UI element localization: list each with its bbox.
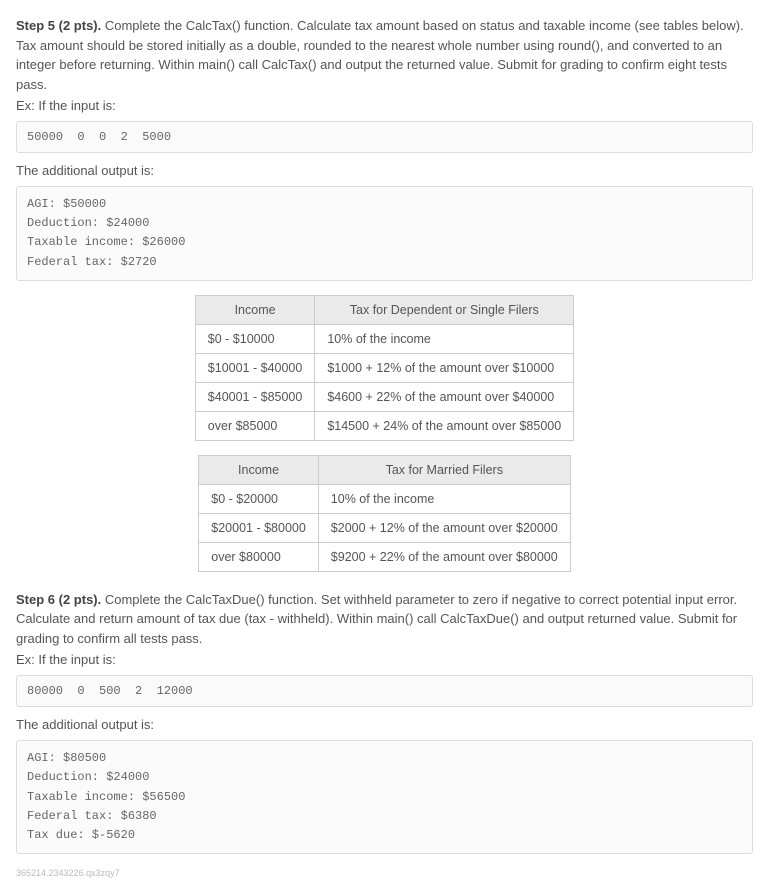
step6-output-block: AGI: $80500 Deduction: $24000 Taxable in… xyxy=(16,740,753,854)
table2-header-tax: Tax for Married Filers xyxy=(318,455,570,484)
table2-header-income: Income xyxy=(199,455,319,484)
table-row: $0 - $20000 10% of the income xyxy=(199,484,570,513)
table-row: $40001 - $85000 $4600 + 22% of the amoun… xyxy=(195,382,573,411)
step5-output-block: AGI: $50000 Deduction: $24000 Taxable in… xyxy=(16,186,753,281)
step5-body: Complete the CalcTax() function. Calcula… xyxy=(16,18,744,92)
table-row: over $85000 $14500 + 24% of the amount o… xyxy=(195,411,573,440)
step5-heading: Step 5 (2 pts). xyxy=(16,18,101,33)
step5-input-block: 50000 0 0 2 5000 xyxy=(16,121,753,153)
table1-header-tax: Tax for Dependent or Single Filers xyxy=(315,295,574,324)
step6-example-label: Ex: If the input is: xyxy=(16,652,753,667)
table1-header-income: Income xyxy=(195,295,315,324)
table-row: over $80000 $9200 + 22% of the amount ov… xyxy=(199,542,570,571)
table-row: $0 - $10000 10% of the income xyxy=(195,324,573,353)
table-row: $10001 - $40000 $1000 + 12% of the amoun… xyxy=(195,353,573,382)
step5-description: Step 5 (2 pts). Complete the CalcTax() f… xyxy=(16,16,753,94)
footer-code: 365214.2343226.qx3zqy7 xyxy=(16,868,753,878)
step6-additional-label: The additional output is: xyxy=(16,717,753,732)
step5-additional-label: The additional output is: xyxy=(16,163,753,178)
step5-example-label: Ex: If the input is: xyxy=(16,98,753,113)
step6-input-block: 80000 0 500 2 12000 xyxy=(16,675,753,707)
single-filers-table: Income Tax for Dependent or Single Filer… xyxy=(195,295,574,441)
table-row: $20001 - $80000 $2000 + 12% of the amoun… xyxy=(199,513,570,542)
step6-heading: Step 6 (2 pts). xyxy=(16,592,101,607)
step6-body: Complete the CalcTaxDue() function. Set … xyxy=(16,592,737,646)
tax-tables: Income Tax for Dependent or Single Filer… xyxy=(16,295,753,572)
married-filers-table: Income Tax for Married Filers $0 - $2000… xyxy=(198,455,570,572)
step6-description: Step 6 (2 pts). Complete the CalcTaxDue(… xyxy=(16,590,753,649)
